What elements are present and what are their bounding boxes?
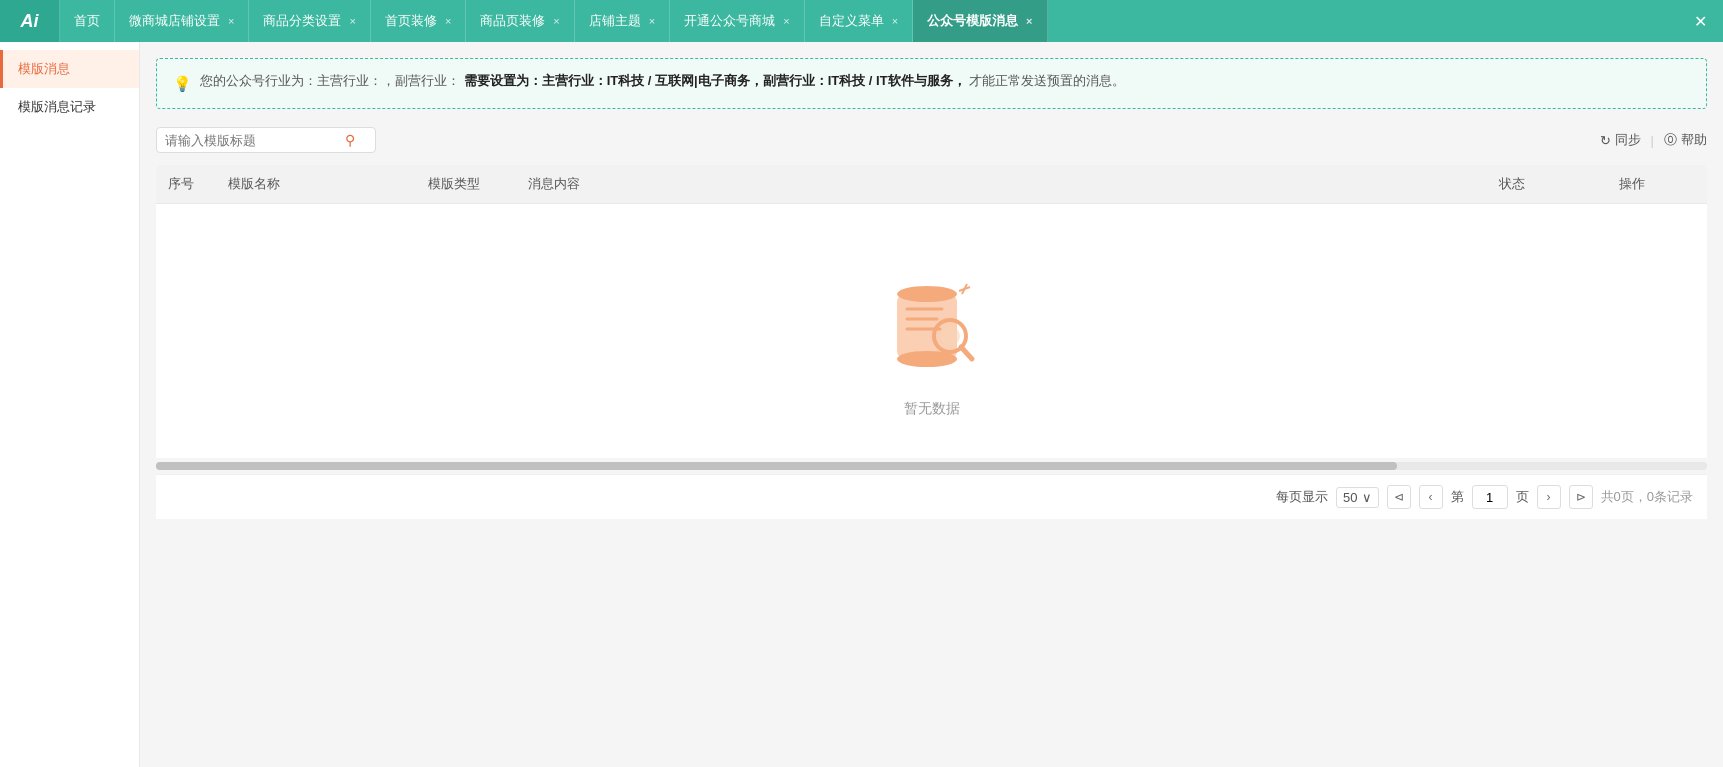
close-tab-template-msg[interactable]: × (1026, 15, 1032, 27)
last-page-button[interactable]: ⊳ (1569, 485, 1593, 509)
page-number-input[interactable] (1472, 485, 1508, 509)
sidebar-item-template-msg[interactable]: 模版消息 (0, 50, 139, 88)
per-page-select[interactable]: 50 ∨ (1336, 487, 1378, 508)
prev-page-button[interactable]: ‹ (1419, 485, 1443, 509)
tab-product-decor[interactable]: 商品页装修 × (466, 0, 574, 42)
data-table: 序号 模版名称 模版类型 消息内容 状态 操作 (156, 165, 1707, 204)
top-navigation: Ai 首页 微商城店铺设置 × 商品分类设置 × 首页装修 × 商品页装修 × … (0, 0, 1723, 42)
per-page-label: 每页显示 (1276, 488, 1328, 506)
sync-button[interactable]: ↻ 同步 (1600, 131, 1641, 149)
col-status: 状态 (1487, 165, 1607, 204)
empty-text: 暂无数据 (904, 400, 960, 418)
empty-state: 暂无数据 (156, 204, 1707, 458)
svg-point-2 (897, 286, 957, 302)
tab-template-msg[interactable]: 公众号模版消息 × (913, 0, 1047, 42)
next-page-button[interactable]: › (1537, 485, 1561, 509)
total-label: 共0页，0条记录 (1601, 488, 1693, 506)
sidebar: 模版消息 模版消息记录 (0, 42, 140, 767)
first-page-button[interactable]: ⊲ (1387, 485, 1411, 509)
help-button[interactable]: ⓪ 帮助 (1664, 131, 1707, 149)
tab-home-decor[interactable]: 首页装修 × (371, 0, 466, 42)
close-tab-open-mall[interactable]: × (783, 15, 789, 27)
close-tab-custom-menu[interactable]: × (892, 15, 898, 27)
col-index: 序号 (156, 165, 216, 204)
close-tab-store-settings[interactable]: × (228, 15, 234, 27)
global-close-button[interactable]: ✕ (1678, 0, 1723, 42)
tab-store-theme[interactable]: 店铺主题 × (575, 0, 670, 42)
pagination: 每页显示 50 ∨ ⊲ ‹ 第 页 › ⊳ 共0页，0条记录 (156, 474, 1707, 519)
svg-line-9 (961, 347, 972, 359)
search-bar: ⚲ ↻ 同步 | ⓪ 帮助 (156, 127, 1707, 153)
notice-icon: 💡 (173, 72, 192, 96)
tab-home[interactable]: 首页 (60, 0, 115, 42)
search-icon[interactable]: ⚲ (345, 132, 355, 148)
col-action: 操作 (1607, 165, 1707, 204)
tab-product-category[interactable]: 商品分类设置 × (249, 0, 370, 42)
col-type: 模版类型 (416, 165, 516, 204)
tab-store-settings[interactable]: 微商城店铺设置 × (115, 0, 249, 42)
search-input[interactable] (165, 133, 345, 148)
close-tab-product-category[interactable]: × (349, 15, 355, 27)
per-page-dropdown-icon: ∨ (1362, 490, 1372, 505)
horizontal-scrollbar[interactable] (156, 462, 1707, 470)
search-input-wrap[interactable]: ⚲ (156, 127, 376, 153)
help-icon: ⓪ (1664, 131, 1677, 149)
empty-illustration (872, 264, 992, 384)
main-layout: 模版消息 模版消息记录 💡 您的公众号行业为：主营行业：，副营行业： 需要设置为… (0, 42, 1723, 767)
col-content: 消息内容 (516, 165, 1487, 204)
col-name: 模版名称 (216, 165, 416, 204)
main-content: 💡 您的公众号行业为：主营行业：，副营行业： 需要设置为：主营行业：IT科技 /… (140, 42, 1723, 767)
search-actions: ↻ 同步 | ⓪ 帮助 (1600, 131, 1707, 149)
table-header: 序号 模版名称 模版类型 消息内容 状态 操作 (156, 165, 1707, 204)
close-tab-store-theme[interactable]: × (649, 15, 655, 27)
app-logo: Ai (0, 0, 60, 42)
close-tab-product-decor[interactable]: × (553, 15, 559, 27)
notice-text: 您的公众号行业为：主营行业：，副营行业： 需要设置为：主营行业：IT科技 / 互… (200, 71, 1125, 92)
scrollbar-thumb[interactable] (156, 462, 1397, 470)
notice-box: 💡 您的公众号行业为：主营行业：，副营行业： 需要设置为：主营行业：IT科技 /… (156, 58, 1707, 109)
svg-point-8 (940, 326, 960, 346)
sidebar-item-template-record[interactable]: 模版消息记录 (0, 88, 139, 126)
page-unit: 页 (1516, 488, 1529, 506)
per-page-value: 50 (1343, 490, 1357, 505)
close-tab-home-decor[interactable]: × (445, 15, 451, 27)
page-label: 第 (1451, 488, 1464, 506)
tab-custom-menu[interactable]: 自定义菜单 × (805, 0, 913, 42)
table-container: 序号 模版名称 模版类型 消息内容 状态 操作 (156, 165, 1707, 474)
tab-open-mall[interactable]: 开通公众号商城 × (670, 0, 804, 42)
toolbar-divider: | (1651, 133, 1654, 148)
sync-icon: ↻ (1600, 133, 1611, 148)
